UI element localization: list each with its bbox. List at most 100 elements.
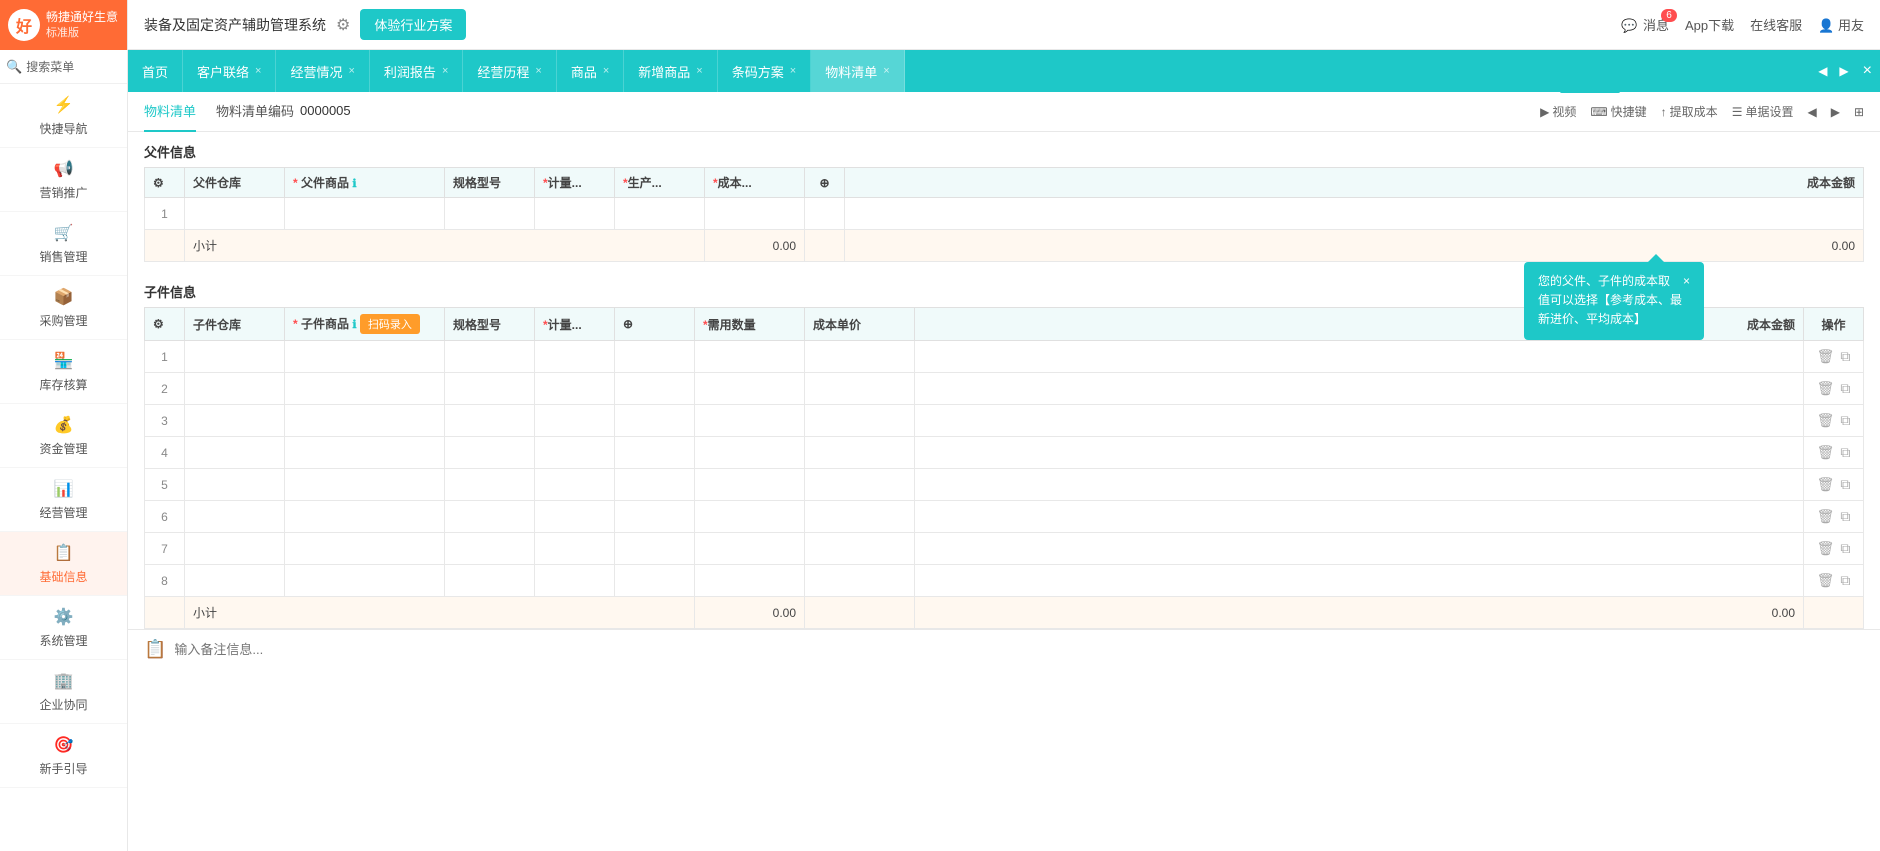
parent-row-1-unit[interactable] bbox=[535, 198, 615, 230]
child-row-5-delete-icon[interactable]: 🗑 bbox=[1817, 476, 1835, 493]
nav-next[interactable]: ▶ bbox=[1831, 105, 1840, 119]
child-row-8-unit[interactable] bbox=[535, 565, 615, 597]
child-row-3-unit-cost[interactable] bbox=[805, 405, 915, 437]
tab-new-goods-close[interactable]: × bbox=[696, 65, 702, 77]
child-row-4-warehouse[interactable] bbox=[185, 437, 285, 469]
tab-goods-close[interactable]: × bbox=[603, 65, 609, 77]
child-row-2-warehouse[interactable] bbox=[185, 373, 285, 405]
parent-row-1-cost-amt[interactable] bbox=[845, 198, 1864, 230]
sidebar-item-operations[interactable]: 📊 经营管理 bbox=[0, 468, 127, 532]
gear-icon[interactable]: ⚙ bbox=[336, 15, 350, 35]
remark-input[interactable] bbox=[174, 642, 1864, 657]
child-row-5-unit[interactable] bbox=[535, 469, 615, 501]
child-row-1-cost-amt[interactable] bbox=[915, 341, 1804, 373]
tab-barcode[interactable]: 条码方案 × bbox=[718, 50, 811, 92]
sidebar-item-purchase[interactable]: 📦 采购管理 bbox=[0, 276, 127, 340]
parent-th-extra[interactable]: ⊕ bbox=[805, 168, 845, 198]
child-row-8-cost-amt[interactable] bbox=[915, 565, 1804, 597]
single-settings-btn[interactable]: ☰ 单据设置 bbox=[1732, 103, 1794, 120]
child-row-3-copy-icon[interactable]: ⧉ bbox=[1840, 412, 1850, 429]
tab-operations-status-close[interactable]: × bbox=[348, 65, 354, 77]
message-icon-wrapper[interactable]: 💬 6 消息 bbox=[1621, 15, 1669, 34]
child-row-7-delete-icon[interactable]: 🗑 bbox=[1817, 540, 1835, 557]
tab-operations-status[interactable]: 经营情况 × bbox=[276, 50, 369, 92]
child-row-5-copy-icon[interactable]: ⧉ bbox=[1840, 476, 1850, 493]
child-row-4-delete-icon[interactable]: 🗑 bbox=[1817, 444, 1835, 461]
app-download-link[interactable]: App下载 bbox=[1685, 15, 1734, 34]
parent-th-settings[interactable]: ⚙ bbox=[145, 168, 185, 198]
child-row-1-quantity[interactable] bbox=[695, 341, 805, 373]
child-row-5-spec[interactable] bbox=[445, 469, 535, 501]
shortcut-btn[interactable]: ⌨ 快捷键 bbox=[1590, 103, 1646, 120]
child-row-2-quantity[interactable] bbox=[695, 373, 805, 405]
online-service-link[interactable]: 在线客服 bbox=[1750, 15, 1802, 34]
child-row-5-cost-amt[interactable] bbox=[915, 469, 1804, 501]
child-row-8-quantity[interactable] bbox=[695, 565, 805, 597]
parent-row-1-produce[interactable] bbox=[615, 198, 705, 230]
child-row-1-warehouse[interactable] bbox=[185, 341, 285, 373]
child-row-7-cost-amt[interactable] bbox=[915, 533, 1804, 565]
child-row-4-spec[interactable] bbox=[445, 437, 535, 469]
child-row-2-unit[interactable] bbox=[535, 373, 615, 405]
extract-cost-btn[interactable]: ↑ 提取成本 bbox=[1661, 103, 1718, 120]
trial-button[interactable]: 体验行业方案 bbox=[360, 9, 466, 40]
tab-customer-close[interactable]: × bbox=[255, 65, 261, 77]
child-row-3-cost-amt[interactable] bbox=[915, 405, 1804, 437]
tab-bom[interactable]: 物料清单 × bbox=[811, 50, 904, 92]
sidebar-item-marketing[interactable]: 📢 营销推广 bbox=[0, 148, 127, 212]
sidebar-item-inventory[interactable]: 🏪 库存核算 bbox=[0, 340, 127, 404]
child-row-6-warehouse[interactable] bbox=[185, 501, 285, 533]
child-row-7-quantity[interactable] bbox=[695, 533, 805, 565]
child-row-8-spec[interactable] bbox=[445, 565, 535, 597]
child-row-4-cost-amt[interactable] bbox=[915, 437, 1804, 469]
nav-prev[interactable]: ◀ bbox=[1807, 105, 1816, 119]
tab-right-arrow[interactable]: ▶ bbox=[1833, 64, 1854, 78]
tab-operations-history[interactable]: 经营历程 × bbox=[463, 50, 556, 92]
parent-product-info-icon[interactable]: ℹ bbox=[352, 178, 356, 190]
child-row-6-unit-cost[interactable] bbox=[805, 501, 915, 533]
sidebar-item-basic-info[interactable]: 📋 基础信息 bbox=[0, 532, 127, 596]
tab-close-all[interactable]: × bbox=[1855, 62, 1880, 80]
tab-profit-report[interactable]: 利润报告 × bbox=[370, 50, 463, 92]
sidebar-item-sales[interactable]: 🛒 销售管理 bbox=[0, 212, 127, 276]
child-row-5-warehouse[interactable] bbox=[185, 469, 285, 501]
tooltip-close-btn[interactable]: × bbox=[1683, 272, 1690, 291]
child-row-4-unit-cost[interactable] bbox=[805, 437, 915, 469]
child-row-6-cost-amt[interactable] bbox=[915, 501, 1804, 533]
child-row-7-unit-cost[interactable] bbox=[805, 533, 915, 565]
parent-row-1-product[interactable] bbox=[285, 198, 445, 230]
view-btn[interactable]: ▶ 视频 bbox=[1540, 103, 1576, 120]
child-row-3-unit[interactable] bbox=[535, 405, 615, 437]
child-row-2-unit-cost[interactable] bbox=[805, 373, 915, 405]
child-row-8-unit-cost[interactable] bbox=[805, 565, 915, 597]
sidebar-item-guide[interactable]: 🎯 新手引导 bbox=[0, 724, 127, 788]
child-row-6-copy-icon[interactable]: ⧉ bbox=[1840, 508, 1850, 525]
child-row-7-unit[interactable] bbox=[535, 533, 615, 565]
child-row-6-unit[interactable] bbox=[535, 501, 615, 533]
child-row-4-quantity[interactable] bbox=[695, 437, 805, 469]
parent-row-1-cost[interactable] bbox=[705, 198, 805, 230]
grid-view[interactable]: ⊞ bbox=[1854, 105, 1864, 119]
child-row-2-spec[interactable] bbox=[445, 373, 535, 405]
tab-goods[interactable]: 商品 × bbox=[557, 50, 624, 92]
child-th-settings[interactable]: ⚙ bbox=[145, 308, 185, 341]
child-row-8-copy-icon[interactable]: ⧉ bbox=[1840, 572, 1850, 589]
child-row-5-product[interactable] bbox=[285, 469, 445, 501]
child-row-8-warehouse[interactable] bbox=[185, 565, 285, 597]
child-row-8-product[interactable] bbox=[285, 565, 445, 597]
child-row-8-delete-icon[interactable]: 🗑 bbox=[1817, 572, 1835, 589]
child-row-1-delete-icon[interactable]: 🗑 bbox=[1817, 348, 1835, 365]
tab-left-arrow[interactable]: ◀ bbox=[1812, 64, 1833, 78]
child-row-6-spec[interactable] bbox=[445, 501, 535, 533]
sidebar-search[interactable]: 🔍 搜索菜单 bbox=[0, 50, 127, 84]
tab-new-goods[interactable]: 新增商品 × bbox=[624, 50, 717, 92]
sidebar-item-system[interactable]: ⚙️ 系统管理 bbox=[0, 596, 127, 660]
child-row-1-spec[interactable] bbox=[445, 341, 535, 373]
child-row-1-copy-icon[interactable]: ⧉ bbox=[1840, 348, 1850, 365]
child-row-2-delete-icon[interactable]: 🗑 bbox=[1817, 380, 1835, 397]
child-row-2-product[interactable] bbox=[285, 373, 445, 405]
child-row-6-quantity[interactable] bbox=[695, 501, 805, 533]
sidebar-item-finance[interactable]: 💰 资金管理 bbox=[0, 404, 127, 468]
child-row-7-product[interactable] bbox=[285, 533, 445, 565]
sidebar-item-enterprise[interactable]: 🏢 企业协同 bbox=[0, 660, 127, 724]
